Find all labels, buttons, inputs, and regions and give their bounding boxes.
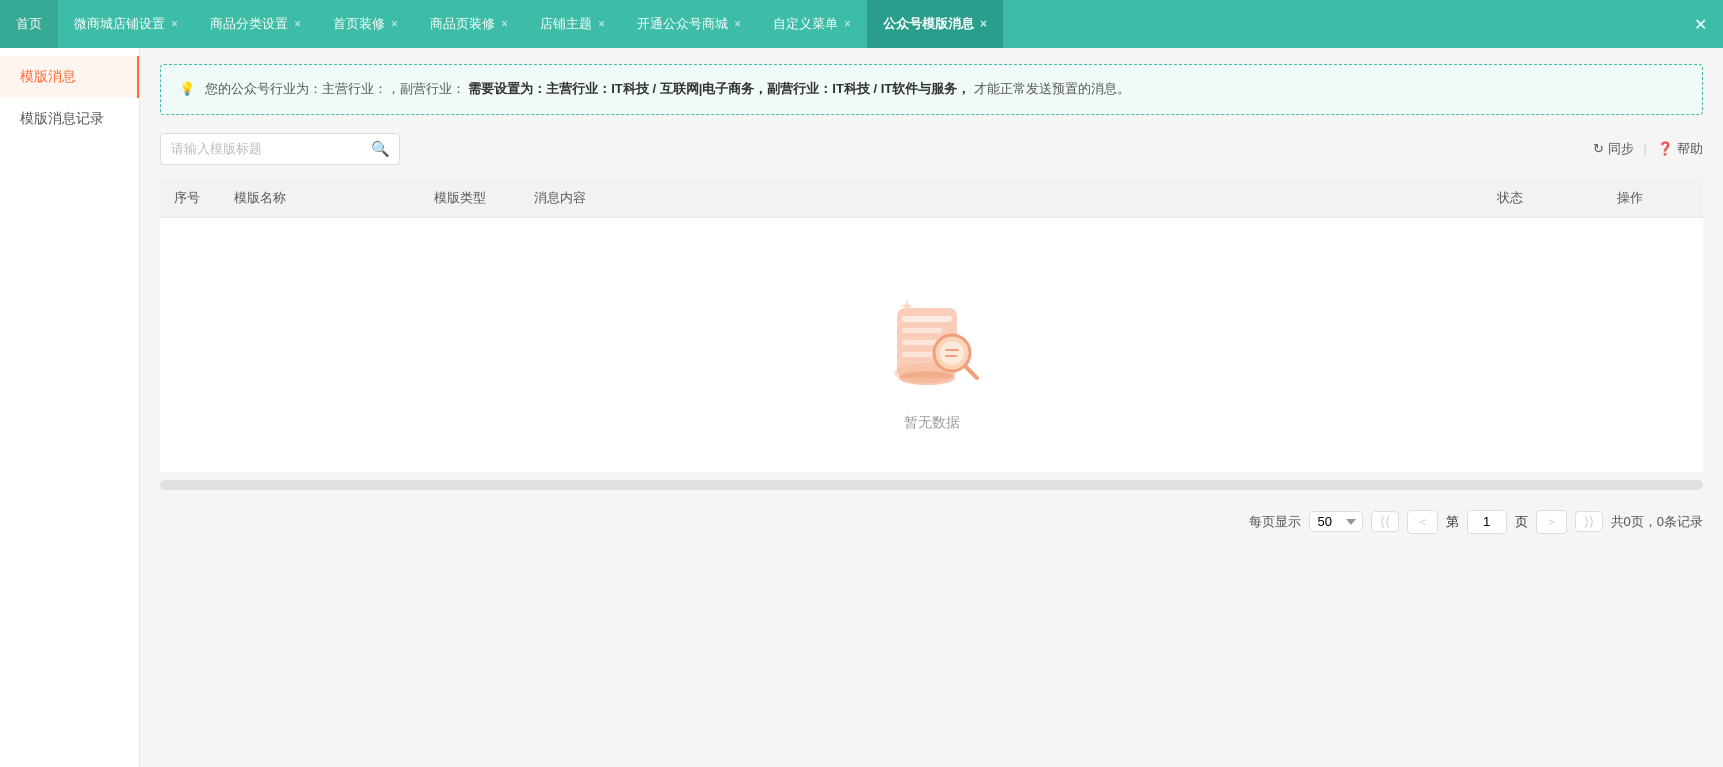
tab-store-settings-close[interactable]: ×: [171, 17, 178, 31]
col-status: 状态: [1483, 179, 1603, 218]
page-size-select[interactable]: 50 10 20 100: [1309, 511, 1363, 532]
sidebar-item-template-msg-record-label: 模版消息记录: [20, 110, 104, 126]
col-type: 模版类型: [420, 179, 520, 218]
tab-template-msg[interactable]: 公众号模版消息 ×: [867, 0, 1003, 48]
sidebar-item-template-msg-record[interactable]: 模版消息记录: [0, 98, 139, 140]
tab-home-label: 首页: [16, 15, 42, 33]
top-nav: 首页 微商城店铺设置 × 商品分类设置 × 首页装修 × 商品页装修 × 店铺主…: [0, 0, 1723, 48]
svg-rect-2: [902, 316, 952, 322]
svg-point-8: [940, 341, 964, 365]
tab-custom-menu-close[interactable]: ×: [844, 17, 851, 31]
notice-box: 💡 您的公众号行业为：主营行业：，副营行业： 需要设置为：主营行业：IT科技 /…: [160, 64, 1703, 115]
content-area: 💡 您的公众号行业为：主营行业：，副营行业： 需要设置为：主营行业：IT科技 /…: [140, 48, 1723, 767]
first-page-button[interactable]: ⟨⟨: [1371, 511, 1399, 532]
col-action: 操作: [1603, 179, 1703, 218]
sidebar-item-template-msg-label: 模版消息: [20, 68, 76, 84]
page-suffix: 页: [1515, 513, 1528, 531]
sync-label: 同步: [1608, 140, 1634, 158]
tab-product-decoration-label: 商品页装修: [430, 15, 495, 33]
help-button[interactable]: ❓ 帮助: [1657, 140, 1703, 158]
tab-category-label: 商品分类设置: [210, 15, 288, 33]
empty-icon: [872, 278, 992, 398]
page-size-label: 每页显示: [1249, 513, 1301, 531]
page-input[interactable]: [1467, 510, 1507, 534]
tab-store-settings[interactable]: 微商城店铺设置 ×: [58, 0, 194, 48]
tab-product-decoration[interactable]: 商品页装修 ×: [414, 0, 524, 48]
tab-custom-menu[interactable]: 自定义菜单 ×: [757, 0, 867, 48]
tab-template-msg-close[interactable]: ×: [980, 17, 987, 31]
empty-text: 暂无数据: [904, 414, 960, 432]
tab-home-decoration-close[interactable]: ×: [391, 17, 398, 31]
tab-custom-menu-label: 自定义菜单: [773, 15, 838, 33]
search-bar: 🔍 ↻ 同步 | ❓ 帮助: [160, 133, 1703, 165]
tab-category-close[interactable]: ×: [294, 17, 301, 31]
svg-line-9: [965, 366, 977, 378]
tab-store-theme-label: 店铺主题: [540, 15, 592, 33]
help-icon: ❓: [1657, 141, 1673, 156]
page-total: 共0页，0条记录: [1611, 513, 1703, 531]
data-table: 序号 模版名称 模版类型 消息内容 状态 操作: [160, 179, 1703, 472]
col-index: 序号: [160, 179, 220, 218]
sync-button[interactable]: ↻ 同步: [1593, 140, 1634, 158]
notice-text2: 才能正常发送预置的消息。: [974, 81, 1130, 96]
pagination: 每页显示 50 10 20 100 ⟨⟨ ＜ 第 页 ＞ ⟩⟩ 共0页，0条记录: [160, 498, 1703, 538]
search-input-wrap: 🔍: [160, 133, 400, 165]
tab-open-mall[interactable]: 开通公众号商城 ×: [621, 0, 757, 48]
page-label: 第: [1446, 513, 1459, 531]
sync-icon: ↻: [1593, 141, 1604, 156]
tab-store-settings-label: 微商城店铺设置: [74, 15, 165, 33]
tab-home-decoration[interactable]: 首页装修 ×: [317, 0, 414, 48]
svg-rect-5: [902, 352, 937, 357]
sidebar-item-template-msg[interactable]: 模版消息: [0, 56, 139, 98]
help-label: 帮助: [1677, 140, 1703, 158]
notice-highlight: 需要设置为：主营行业：IT科技 / 互联网|电子商务，副营行业：IT科技 / I…: [468, 81, 970, 96]
tab-category[interactable]: 商品分类设置 ×: [194, 0, 317, 48]
tab-template-msg-label: 公众号模版消息: [883, 15, 974, 33]
search-input[interactable]: [160, 133, 400, 165]
search-icon[interactable]: 🔍: [371, 140, 390, 158]
horizontal-scrollbar[interactable]: [160, 480, 1703, 490]
table-header-row: 序号 模版名称 模版类型 消息内容 状态 操作: [160, 179, 1703, 218]
next-page-button[interactable]: ＞: [1536, 510, 1567, 534]
sidebar: 模版消息 模版消息记录: [0, 48, 140, 767]
col-name: 模版名称: [220, 179, 420, 218]
notice-icon: 💡: [179, 81, 195, 96]
global-close-button[interactable]: ✕: [1678, 15, 1723, 34]
prev-page-button[interactable]: ＜: [1407, 510, 1438, 534]
svg-point-6: [899, 371, 955, 385]
tab-product-decoration-close[interactable]: ×: [501, 17, 508, 31]
search-actions: ↻ 同步 | ❓ 帮助: [1593, 140, 1703, 158]
col-content: 消息内容: [520, 179, 1483, 218]
tab-open-mall-close[interactable]: ×: [734, 17, 741, 31]
tab-home[interactable]: 首页: [0, 0, 58, 48]
empty-state: 暂无数据: [160, 218, 1703, 472]
divider: |: [1644, 141, 1647, 156]
svg-rect-3: [902, 328, 942, 333]
tab-store-theme-close[interactable]: ×: [598, 17, 605, 31]
main-layout: 模版消息 模版消息记录 💡 您的公众号行业为：主营行业：，副营行业： 需要设置为…: [0, 48, 1723, 767]
tab-store-theme[interactable]: 店铺主题 ×: [524, 0, 621, 48]
notice-text1: 您的公众号行业为：主营行业：，副营行业：: [205, 81, 465, 96]
tab-home-decoration-label: 首页装修: [333, 15, 385, 33]
tab-open-mall-label: 开通公众号商城: [637, 15, 728, 33]
last-page-button[interactable]: ⟩⟩: [1575, 511, 1603, 532]
